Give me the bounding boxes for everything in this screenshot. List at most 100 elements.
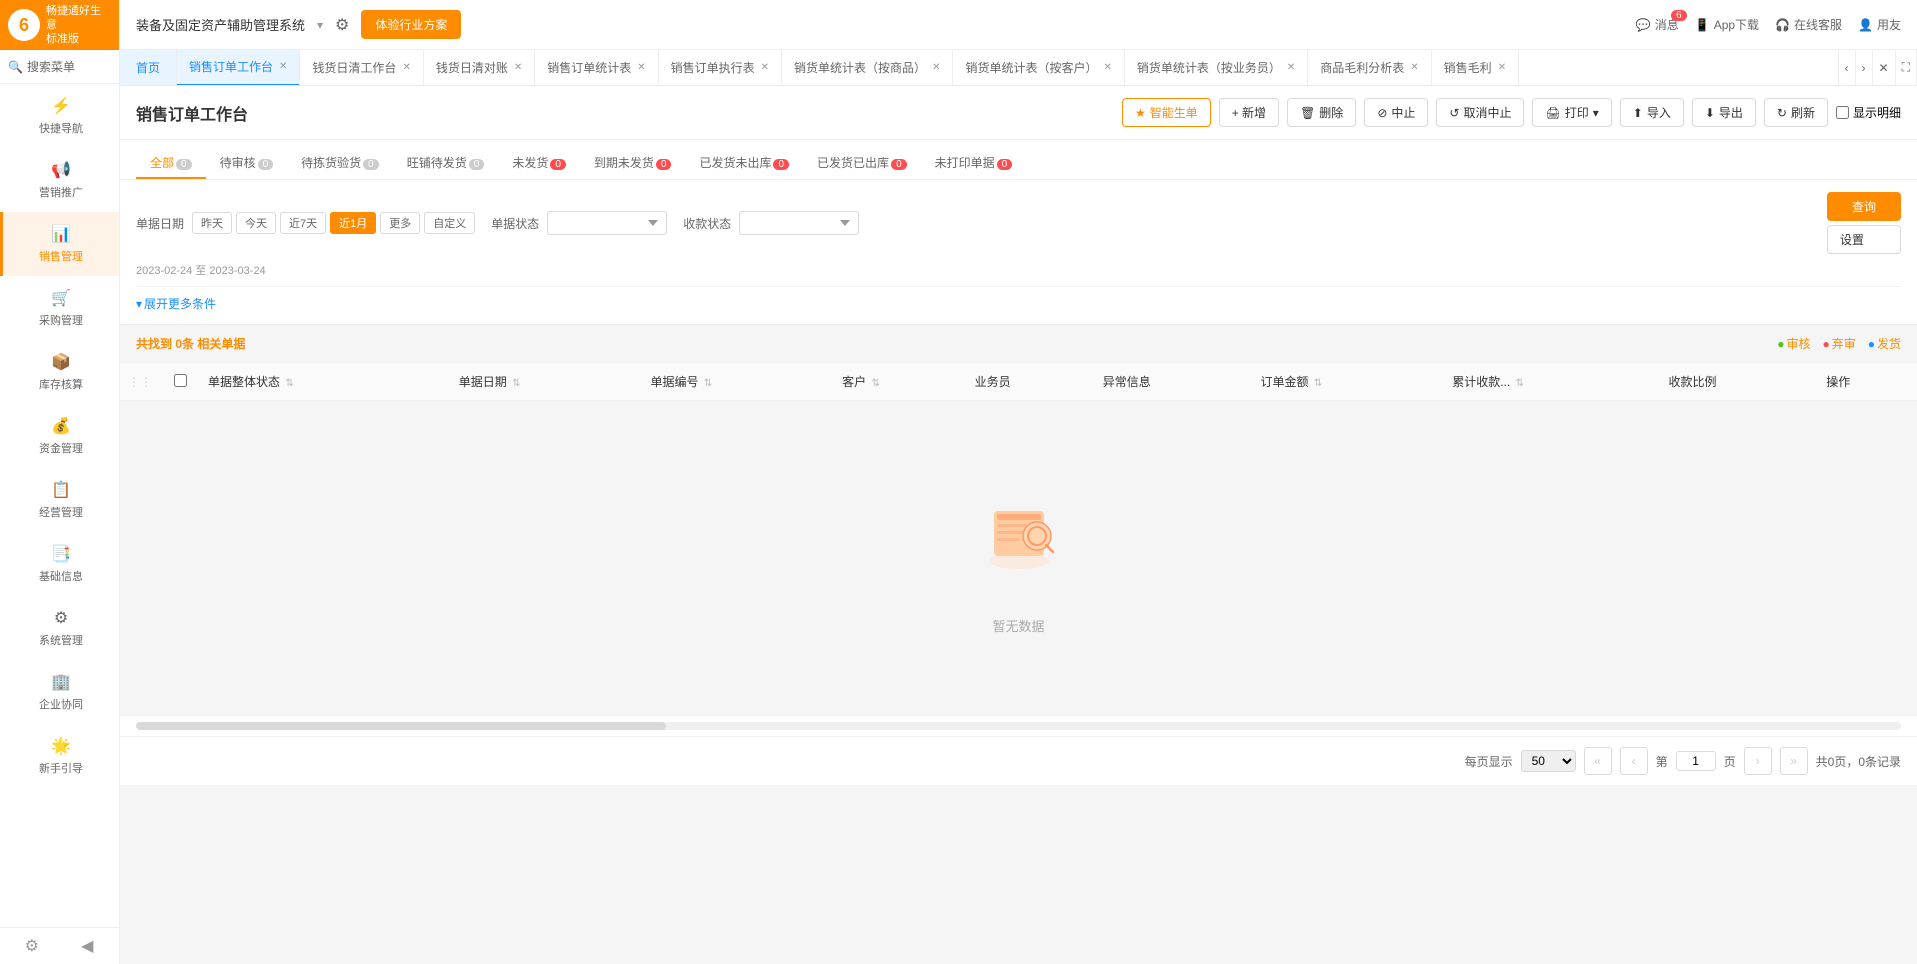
sort-customer-icon[interactable]: ⇅ <box>871 378 879 389</box>
select-all-checkbox[interactable] <box>174 374 187 387</box>
prev-page-btn[interactable]: ‹ <box>1620 747 1648 775</box>
first-page-btn[interactable]: « <box>1584 747 1612 775</box>
filter-tab-shipped-not-out[interactable]: 已发货未出库0 <box>685 148 803 179</box>
sort-status-icon[interactable]: ⇅ <box>285 378 293 389</box>
app-download-btn[interactable]: 📱 App下载 <box>1695 16 1759 33</box>
filter-tab-wangpu-pending[interactable]: 旺铺待发货0 <box>393 148 499 179</box>
tab-sales-exec[interactable]: 销售订单执行表✕ <box>659 50 782 86</box>
expand-conditions-btn[interactable]: ▾ 展开更多条件 <box>136 295 1901 312</box>
sidebar-item-purchase[interactable]: 🛒 采购管理 <box>0 276 119 340</box>
tab-close-sales-profit[interactable]: ✕ <box>1498 62 1506 73</box>
tab-fullscreen-btn[interactable]: ⛶ <box>1896 50 1917 86</box>
filter-tab-shipped-out[interactable]: 已发货已出库0 <box>803 148 921 179</box>
filter-tab-not-printed[interactable]: 未打印单据0 <box>921 148 1027 179</box>
scroll-track[interactable] <box>136 722 1901 730</box>
sales-label: 销售管理 <box>39 248 83 264</box>
tab-close-sales-summary-product[interactable]: ✕ <box>932 62 940 73</box>
tab-prev-arrow[interactable]: ‹ <box>1839 50 1856 86</box>
tab-close-sales-exec[interactable]: ✕ <box>761 62 769 73</box>
sidebar-item-system[interactable]: ⚙ 系统管理 <box>0 596 119 660</box>
tab-next-arrow[interactable]: › <box>1856 50 1873 86</box>
collapse-btn[interactable]: ◀ <box>64 936 112 956</box>
sort-number-icon[interactable]: ⇅ <box>704 378 712 389</box>
date-yesterday-btn[interactable]: 昨天 <box>192 212 232 234</box>
tab-sales-profit[interactable]: 销售毛利✕ <box>1432 50 1519 86</box>
review-action-btn[interactable]: ● 审核 <box>1777 335 1810 352</box>
tab-close-cash-daily[interactable]: ✕ <box>402 62 410 73</box>
tab-home[interactable]: 首页 <box>120 50 177 86</box>
scroll-thumb[interactable] <box>136 722 666 730</box>
date-1month-btn[interactable]: 近1月 <box>330 212 376 234</box>
ship-action-btn[interactable]: ● 发货 <box>1868 335 1901 352</box>
filter-tab-not-shipped[interactable]: 未发货0 <box>498 148 580 179</box>
tab-label-sales-workbench: 销售订单工作台 <box>189 58 273 75</box>
cancel-stop-btn[interactable]: ↺ 取消中止 <box>1436 98 1524 127</box>
tab-sales-stat[interactable]: 销售订单统计表✕ <box>535 50 658 86</box>
col-checkbox[interactable] <box>160 363 200 401</box>
tab-cash-daily[interactable]: 钱货日清工作台✕ <box>300 50 423 86</box>
sidebar-search[interactable]: 🔍 搜索菜单 <box>0 50 119 84</box>
tab-close-sales-summary-staff[interactable]: ✕ <box>1287 62 1295 73</box>
delete-btn[interactable]: 🗑 删除 <box>1287 98 1356 127</box>
payment-select[interactable] <box>739 211 859 235</box>
tab-close-sales-stat[interactable]: ✕ <box>637 62 645 73</box>
date-more-btn[interactable]: 更多 <box>380 212 420 234</box>
filter-tab-expired-not-shipped[interactable]: 到期未发货0 <box>580 148 686 179</box>
tab-product-margin[interactable]: 商品毛利分析表✕ <box>1308 50 1431 86</box>
sidebar-item-marketing[interactable]: 📢 营销推广 <box>0 148 119 212</box>
import-btn[interactable]: ⬆ 导入 <box>1620 98 1684 127</box>
sidebar-item-newbie[interactable]: 🌟 新手引导 <box>0 724 119 788</box>
show-detail-label[interactable]: 显示明细 <box>1836 104 1901 121</box>
filter-tab-pending-inspect[interactable]: 待拣货验货0 <box>287 148 393 179</box>
sort-date-icon[interactable]: ⇅ <box>512 378 520 389</box>
refresh-btn[interactable]: ↻ 刷新 <box>1764 98 1828 127</box>
page-input[interactable] <box>1676 751 1716 771</box>
sidebar-item-enterprise[interactable]: 🏢 企业协同 <box>0 660 119 724</box>
tab-close-sales-summary-customer[interactable]: ✕ <box>1103 62 1111 73</box>
sidebar-item-inventory[interactable]: 📦 库存核算 <box>0 340 119 404</box>
export-btn[interactable]: ⬇ 导出 <box>1692 98 1756 127</box>
online-service-btn[interactable]: 🎧 在线客服 <box>1775 16 1842 33</box>
search-btn[interactable]: 查询 <box>1827 192 1901 221</box>
tab-close-cash-reconcile[interactable]: ✕ <box>514 62 522 73</box>
tab-sales-workbench[interactable]: 销售订单工作台 ✕ <box>177 50 300 86</box>
sidebar-item-operations[interactable]: 📋 经营管理 <box>0 468 119 532</box>
date-today-btn[interactable]: 今天 <box>236 212 276 234</box>
topbar-settings-icon[interactable]: ⚙ <box>335 15 349 35</box>
filter-tab-pending-review[interactable]: 待审核0 <box>206 148 288 179</box>
show-detail-checkbox[interactable] <box>1836 106 1849 119</box>
message-btn[interactable]: 💬 6 消息 <box>1636 16 1679 33</box>
last-page-btn[interactable]: » <box>1780 747 1808 775</box>
sidebar-item-basic-info[interactable]: 📑 基础信息 <box>0 532 119 596</box>
settings-bottom-btn[interactable]: ⚙ <box>8 936 56 956</box>
sidebar-item-sales[interactable]: 📊 销售管理 <box>0 212 119 276</box>
user-menu-btn[interactable]: 👤 用友 <box>1858 16 1901 33</box>
sidebar-item-quick-nav[interactable]: ⚡ 快捷导航 <box>0 84 119 148</box>
status-select[interactable] <box>547 211 667 235</box>
print-btn[interactable]: 🖨 打印 ▾ <box>1532 98 1611 127</box>
tab-sales-summary-staff[interactable]: 销货单统计表（按业务员）✕ <box>1125 50 1308 86</box>
sort-amount-icon[interactable]: ⇅ <box>1314 378 1322 389</box>
tab-close-all-btn[interactable]: ✕ <box>1873 50 1896 86</box>
sidebar-item-finance[interactable]: 💰 资金管理 <box>0 404 119 468</box>
filter-tab-badge-pending-inspect: 0 <box>363 159 379 170</box>
stop-btn[interactable]: ⊘ 中止 <box>1364 98 1428 127</box>
date-7days-btn[interactable]: 近7天 <box>280 212 326 234</box>
topbar-dropdown-icon[interactable]: ▾ <box>317 18 323 32</box>
tab-close-product-margin[interactable]: ✕ <box>1410 62 1418 73</box>
add-btn[interactable]: + 新增 <box>1219 98 1279 127</box>
date-custom-btn[interactable]: 自定义 <box>424 212 475 234</box>
cancel-review-action-btn[interactable]: ● 弃审 <box>1822 335 1855 352</box>
page-size-select[interactable]: 50 10 20 30 100 <box>1521 750 1576 772</box>
tab-sales-summary-product[interactable]: 销货单统计表（按商品）✕ <box>782 50 953 86</box>
tab-cash-reconcile[interactable]: 钱货日清对账✕ <box>424 50 535 86</box>
smart-create-btn[interactable]: ★ 智能生单 <box>1122 98 1211 127</box>
next-page-btn[interactable]: › <box>1744 747 1772 775</box>
quick-nav-label: 快捷导航 <box>39 120 83 136</box>
settings-btn[interactable]: 设置 <box>1827 225 1901 254</box>
filter-tab-all[interactable]: 全部0 <box>136 148 206 179</box>
trial-btn[interactable]: 体验行业方案 <box>361 10 461 39</box>
tab-sales-summary-customer[interactable]: 销货单统计表（按客户）✕ <box>953 50 1124 86</box>
sort-collected-icon[interactable]: ⇅ <box>1516 378 1524 389</box>
tab-close-sales-workbench[interactable]: ✕ <box>279 61 287 72</box>
